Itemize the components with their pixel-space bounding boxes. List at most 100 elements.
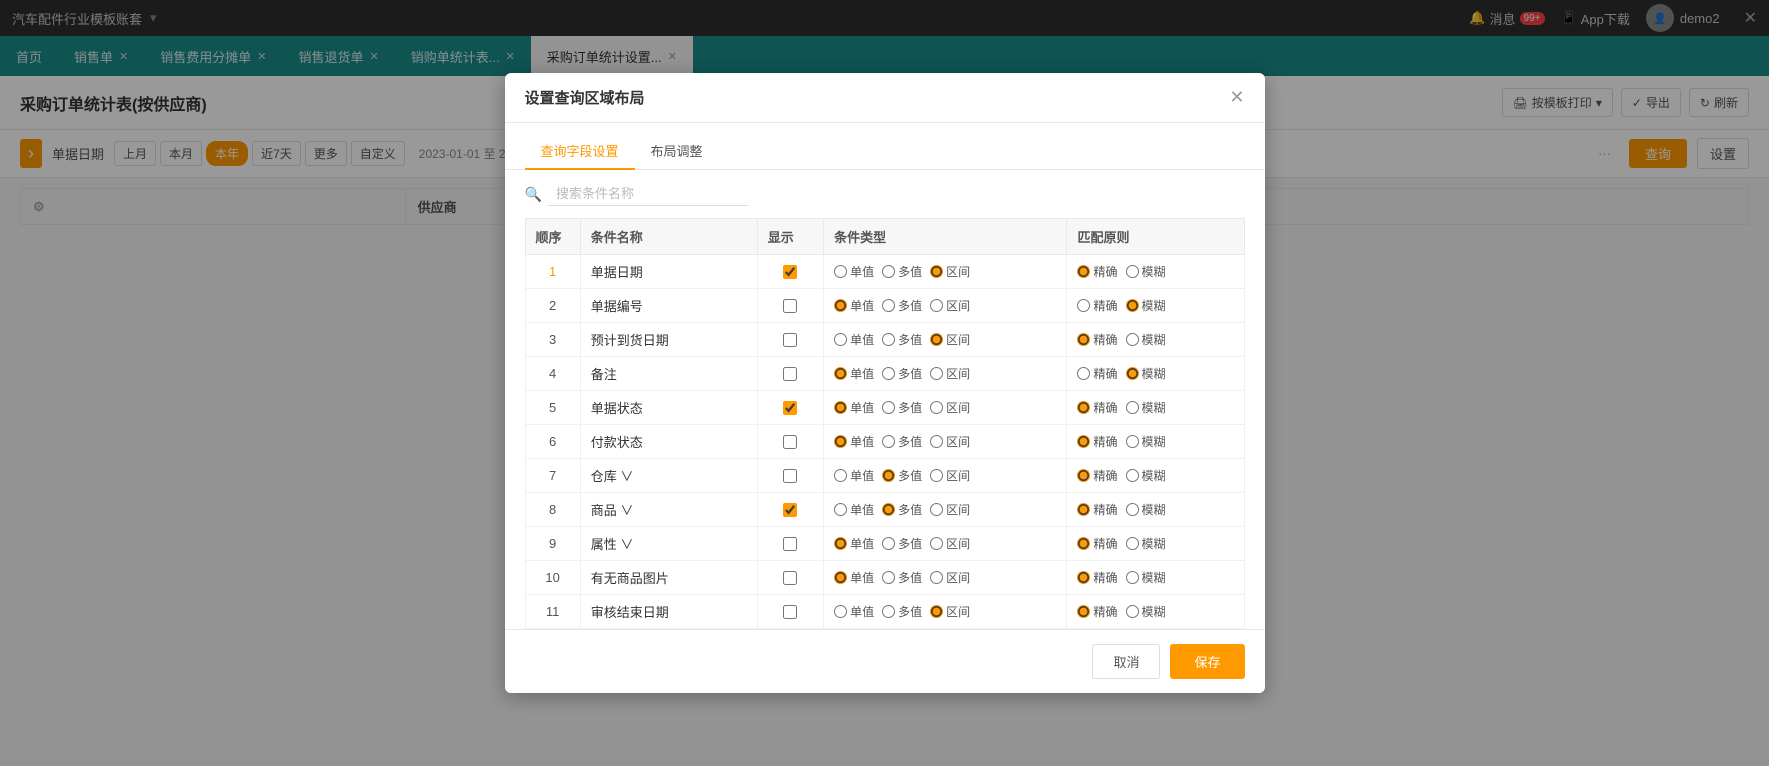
show-checkbox[interactable]	[783, 435, 797, 449]
type-option-区间[interactable]: 区间	[930, 535, 970, 552]
type-radio-区间[interactable]	[930, 571, 943, 584]
cancel-button[interactable]: 取消	[1092, 644, 1160, 679]
type-option-区间[interactable]: 区间	[930, 603, 970, 620]
match-radio-精确[interactable]	[1077, 333, 1090, 346]
type-radio-区间[interactable]	[930, 537, 943, 550]
show-checkbox-label[interactable]	[768, 401, 813, 415]
type-radio-多值[interactable]	[882, 469, 895, 482]
type-option-区间[interactable]: 区间	[930, 297, 970, 314]
type-radio-区间[interactable]	[930, 469, 943, 482]
type-option-区间[interactable]: 区间	[930, 331, 970, 348]
show-checkbox[interactable]	[783, 571, 797, 585]
show-checkbox-label[interactable]	[768, 333, 813, 347]
type-option-多值[interactable]: 多值	[882, 433, 922, 450]
match-option-精确[interactable]: 精确	[1077, 569, 1117, 586]
type-radio-区间[interactable]	[930, 299, 943, 312]
type-radio-区间[interactable]	[930, 367, 943, 380]
show-checkbox[interactable]	[783, 605, 797, 619]
type-option-区间[interactable]: 区间	[930, 263, 970, 280]
match-radio-精确[interactable]	[1077, 605, 1090, 618]
type-option-区间[interactable]: 区间	[930, 399, 970, 416]
type-radio-多值[interactable]	[882, 571, 895, 584]
match-option-模糊[interactable]: 模糊	[1126, 569, 1166, 586]
type-radio-多值[interactable]	[882, 605, 895, 618]
type-option-单值[interactable]: 单值	[834, 297, 874, 314]
show-checkbox[interactable]	[783, 299, 797, 313]
type-option-多值[interactable]: 多值	[882, 331, 922, 348]
type-option-单值[interactable]: 单值	[834, 603, 874, 620]
type-option-单值[interactable]: 单值	[834, 331, 874, 348]
match-option-精确[interactable]: 精确	[1077, 297, 1117, 314]
type-radio-单值[interactable]	[834, 299, 847, 312]
match-option-模糊[interactable]: 模糊	[1126, 297, 1166, 314]
match-radio-精确[interactable]	[1077, 367, 1090, 380]
type-option-区间[interactable]: 区间	[930, 433, 970, 450]
type-option-多值[interactable]: 多值	[882, 501, 922, 518]
show-checkbox-label[interactable]	[768, 469, 813, 483]
show-checkbox[interactable]	[783, 537, 797, 551]
type-radio-单值[interactable]	[834, 435, 847, 448]
type-radio-单值[interactable]	[834, 401, 847, 414]
type-radio-单值[interactable]	[834, 503, 847, 516]
match-option-模糊[interactable]: 模糊	[1126, 433, 1166, 450]
type-radio-多值[interactable]	[882, 299, 895, 312]
type-option-单值[interactable]: 单值	[834, 399, 874, 416]
show-checkbox[interactable]	[783, 469, 797, 483]
match-radio-精确[interactable]	[1077, 571, 1090, 584]
match-option-精确[interactable]: 精确	[1077, 365, 1117, 382]
match-option-模糊[interactable]: 模糊	[1126, 399, 1166, 416]
match-radio-模糊[interactable]	[1126, 469, 1139, 482]
match-option-模糊[interactable]: 模糊	[1126, 331, 1166, 348]
type-option-多值[interactable]: 多值	[882, 569, 922, 586]
type-radio-单值[interactable]	[834, 537, 847, 550]
match-radio-模糊[interactable]	[1126, 503, 1139, 516]
type-radio-区间[interactable]	[930, 401, 943, 414]
type-option-多值[interactable]: 多值	[882, 297, 922, 314]
show-checkbox-label[interactable]	[768, 537, 813, 551]
show-checkbox-label[interactable]	[768, 435, 813, 449]
type-radio-区间[interactable]	[930, 435, 943, 448]
show-checkbox-label[interactable]	[768, 503, 813, 517]
match-radio-模糊[interactable]	[1126, 571, 1139, 584]
modal-tab-layout[interactable]: 布局调整	[635, 133, 719, 170]
match-option-精确[interactable]: 精确	[1077, 535, 1117, 552]
type-option-单值[interactable]: 单值	[834, 467, 874, 484]
match-option-模糊[interactable]: 模糊	[1126, 603, 1166, 620]
match-radio-精确[interactable]	[1077, 469, 1090, 482]
match-option-模糊[interactable]: 模糊	[1126, 535, 1166, 552]
type-radio-单值[interactable]	[834, 469, 847, 482]
type-radio-区间[interactable]	[930, 265, 943, 278]
show-checkbox[interactable]	[783, 401, 797, 415]
type-radio-多值[interactable]	[882, 333, 895, 346]
modal-tab-query-fields[interactable]: 查询字段设置	[525, 133, 635, 170]
type-option-单值[interactable]: 单值	[834, 501, 874, 518]
type-option-多值[interactable]: 多值	[882, 399, 922, 416]
match-option-精确[interactable]: 精确	[1077, 433, 1117, 450]
match-option-精确[interactable]: 精确	[1077, 467, 1117, 484]
match-radio-精确[interactable]	[1077, 265, 1090, 278]
show-checkbox-label[interactable]	[768, 571, 813, 585]
type-radio-多值[interactable]	[882, 435, 895, 448]
save-button[interactable]: 保存	[1170, 644, 1244, 679]
type-radio-区间[interactable]	[930, 333, 943, 346]
match-radio-模糊[interactable]	[1126, 367, 1139, 380]
type-radio-多值[interactable]	[882, 367, 895, 380]
type-option-区间[interactable]: 区间	[930, 365, 970, 382]
match-radio-精确[interactable]	[1077, 401, 1090, 414]
type-radio-单值[interactable]	[834, 265, 847, 278]
type-radio-多值[interactable]	[882, 265, 895, 278]
match-radio-精确[interactable]	[1077, 503, 1090, 516]
match-option-精确[interactable]: 精确	[1077, 603, 1117, 620]
match-option-模糊[interactable]: 模糊	[1126, 365, 1166, 382]
type-radio-单值[interactable]	[834, 605, 847, 618]
type-option-多值[interactable]: 多值	[882, 467, 922, 484]
search-input[interactable]	[548, 182, 748, 206]
type-option-区间[interactable]: 区间	[930, 467, 970, 484]
type-radio-多值[interactable]	[882, 537, 895, 550]
match-option-精确[interactable]: 精确	[1077, 263, 1117, 280]
match-option-模糊[interactable]: 模糊	[1126, 263, 1166, 280]
match-radio-精确[interactable]	[1077, 435, 1090, 448]
show-checkbox-label[interactable]	[768, 299, 813, 313]
show-checkbox-label[interactable]	[768, 265, 813, 279]
type-radio-区间[interactable]	[930, 503, 943, 516]
